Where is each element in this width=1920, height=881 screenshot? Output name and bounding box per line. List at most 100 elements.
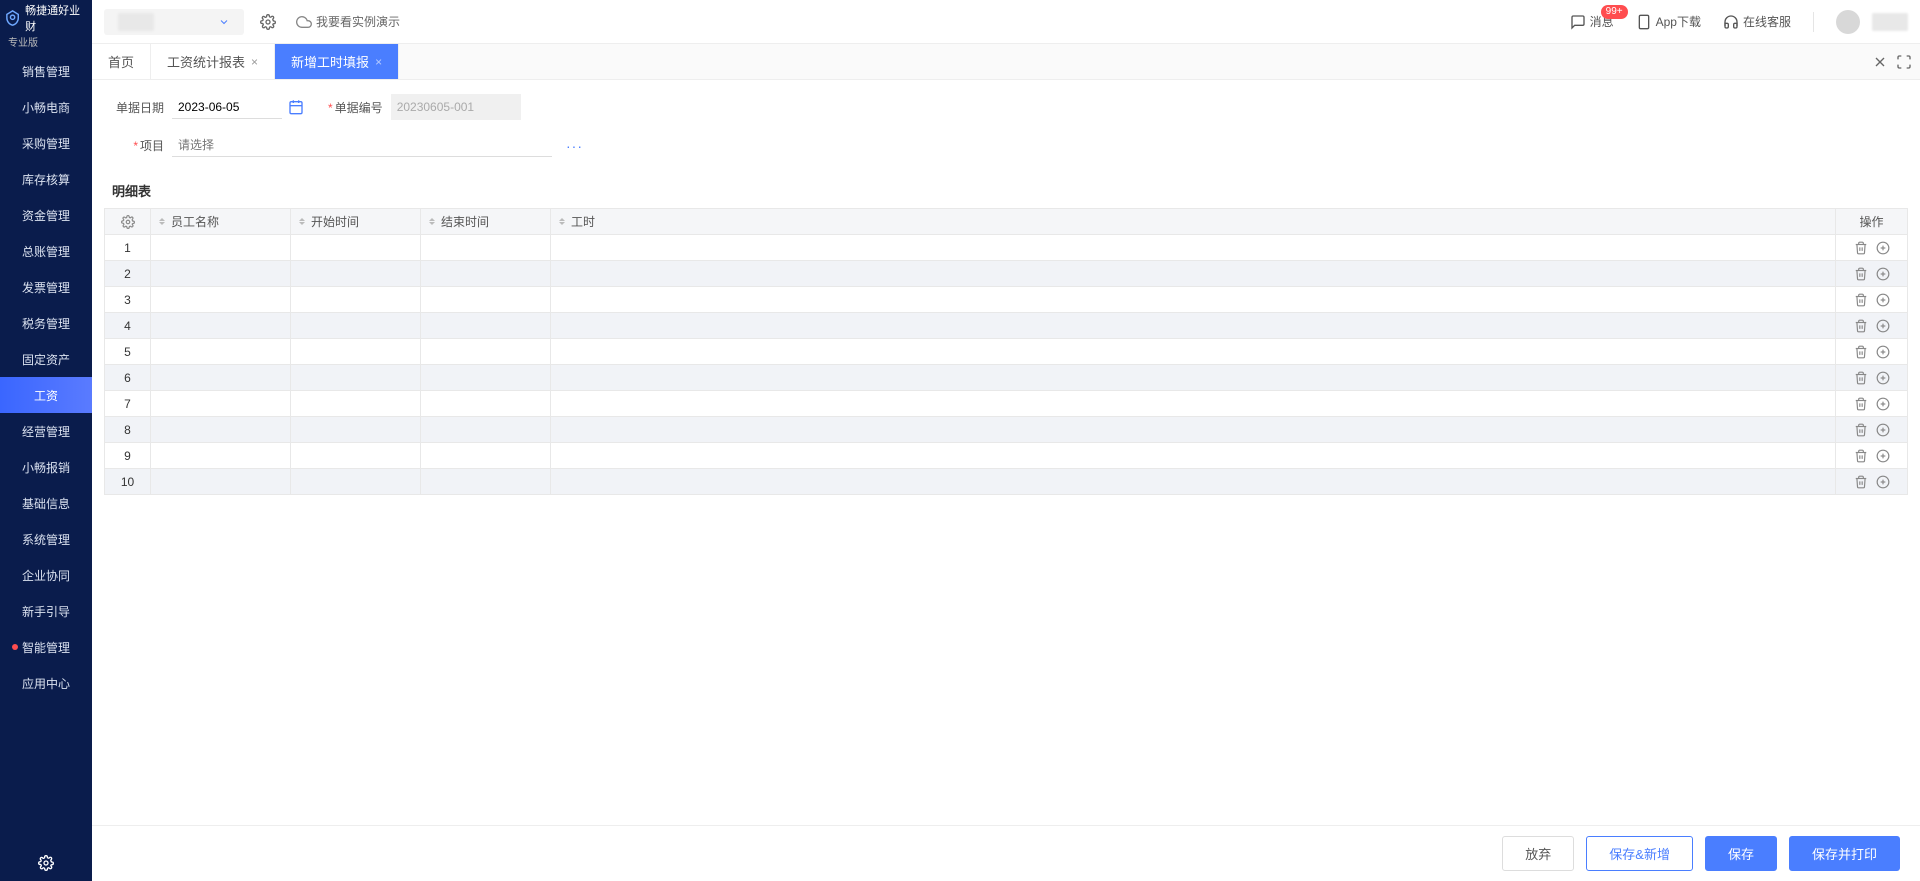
cell[interactable] <box>151 469 291 495</box>
cell[interactable] <box>151 339 291 365</box>
cell[interactable] <box>551 443 1836 469</box>
cell[interactable] <box>551 313 1836 339</box>
cell[interactable] <box>151 313 291 339</box>
project-input[interactable] <box>172 134 552 157</box>
cell[interactable] <box>421 365 551 391</box>
column-employee-name[interactable]: 员工名称 <box>151 209 291 235</box>
close-icon[interactable]: × <box>375 55 382 69</box>
add-row-icon[interactable] <box>1876 241 1890 255</box>
tab-0[interactable]: 首页 <box>92 44 151 79</box>
delete-icon[interactable] <box>1854 267 1868 281</box>
fullscreen-icon[interactable] <box>1896 54 1912 70</box>
sidebar-item-12[interactable]: 基础信息 <box>0 485 92 521</box>
add-row-icon[interactable] <box>1876 397 1890 411</box>
cell[interactable] <box>291 391 421 417</box>
discard-button[interactable]: 放弃 <box>1502 836 1574 871</box>
cell[interactable] <box>291 261 421 287</box>
delete-icon[interactable] <box>1854 449 1868 463</box>
sidebar-item-6[interactable]: 发票管理 <box>0 269 92 305</box>
delete-icon[interactable] <box>1854 345 1868 359</box>
column-index[interactable] <box>105 209 151 235</box>
sidebar-footer[interactable] <box>0 845 92 881</box>
sidebar-item-4[interactable]: 资金管理 <box>0 197 92 233</box>
add-row-icon[interactable] <box>1876 293 1890 307</box>
sidebar-item-16[interactable]: 智能管理 <box>0 629 92 665</box>
cell[interactable] <box>291 417 421 443</box>
sidebar-item-14[interactable]: 企业协同 <box>0 557 92 593</box>
cell[interactable] <box>551 339 1836 365</box>
support-button[interactable]: 在线客服 <box>1723 13 1791 30</box>
cell[interactable] <box>291 235 421 261</box>
sidebar-item-13[interactable]: 系统管理 <box>0 521 92 557</box>
sidebar-item-7[interactable]: 税务管理 <box>0 305 92 341</box>
column-start-time[interactable]: 开始时间 <box>291 209 421 235</box>
sidebar-item-3[interactable]: 库存核算 <box>0 161 92 197</box>
cell[interactable] <box>551 391 1836 417</box>
cell[interactable] <box>151 365 291 391</box>
save-and-print-button[interactable]: 保存并打印 <box>1789 836 1900 871</box>
delete-icon[interactable] <box>1854 241 1868 255</box>
cell[interactable] <box>291 287 421 313</box>
cell[interactable] <box>421 339 551 365</box>
sidebar-item-0[interactable]: 销售管理 <box>0 53 92 89</box>
close-icon[interactable]: × <box>251 55 258 69</box>
cell[interactable] <box>291 339 421 365</box>
delete-icon[interactable] <box>1854 371 1868 385</box>
cell[interactable] <box>551 261 1836 287</box>
org-selector[interactable] <box>104 9 244 35</box>
cell[interactable] <box>421 287 551 313</box>
cell[interactable] <box>421 417 551 443</box>
cell[interactable] <box>551 365 1836 391</box>
add-row-icon[interactable] <box>1876 267 1890 281</box>
cell[interactable] <box>291 469 421 495</box>
add-row-icon[interactable] <box>1876 345 1890 359</box>
sidebar-item-9[interactable]: 工资 <box>0 377 92 413</box>
cell[interactable] <box>421 469 551 495</box>
cell[interactable] <box>291 313 421 339</box>
cell[interactable] <box>151 443 291 469</box>
close-all-icon[interactable] <box>1872 54 1888 70</box>
tab-2[interactable]: 新增工时填报× <box>275 44 399 79</box>
tab-1[interactable]: 工资统计报表× <box>151 44 275 79</box>
cell[interactable] <box>151 235 291 261</box>
calendar-icon[interactable] <box>288 99 304 115</box>
sidebar-item-5[interactable]: 总账管理 <box>0 233 92 269</box>
sidebar-item-2[interactable]: 采购管理 <box>0 125 92 161</box>
sidebar-item-15[interactable]: 新手引导 <box>0 593 92 629</box>
messages-button[interactable]: 消息 99+ <box>1570 13 1614 30</box>
delete-icon[interactable] <box>1854 475 1868 489</box>
save-button[interactable]: 保存 <box>1705 836 1777 871</box>
cell[interactable] <box>421 443 551 469</box>
add-row-icon[interactable] <box>1876 423 1890 437</box>
column-hours[interactable]: 工时 <box>551 209 1836 235</box>
sidebar-item-8[interactable]: 固定资产 <box>0 341 92 377</box>
delete-icon[interactable] <box>1854 423 1868 437</box>
column-end-time[interactable]: 结束时间 <box>421 209 551 235</box>
cell[interactable] <box>291 365 421 391</box>
add-row-icon[interactable] <box>1876 449 1890 463</box>
save-and-new-button[interactable]: 保存&新增 <box>1586 836 1693 871</box>
sidebar-item-1[interactable]: 小畅电商 <box>0 89 92 125</box>
cell[interactable] <box>551 235 1836 261</box>
sidebar-item-11[interactable]: 小畅报销 <box>0 449 92 485</box>
add-row-icon[interactable] <box>1876 319 1890 333</box>
cell[interactable] <box>551 417 1836 443</box>
delete-icon[interactable] <box>1854 397 1868 411</box>
cell[interactable] <box>291 443 421 469</box>
project-more-icon[interactable]: ··· <box>566 138 583 154</box>
cell[interactable] <box>421 391 551 417</box>
app-download-button[interactable]: App下载 <box>1636 13 1701 30</box>
add-row-icon[interactable] <box>1876 371 1890 385</box>
cell[interactable] <box>421 313 551 339</box>
settings-icon[interactable] <box>260 14 276 30</box>
cell[interactable] <box>151 287 291 313</box>
cell[interactable] <box>151 391 291 417</box>
cell[interactable] <box>551 469 1836 495</box>
cell[interactable] <box>151 261 291 287</box>
cell[interactable] <box>421 235 551 261</box>
delete-icon[interactable] <box>1854 293 1868 307</box>
add-row-icon[interactable] <box>1876 475 1890 489</box>
sidebar-item-10[interactable]: 经营管理 <box>0 413 92 449</box>
cell[interactable] <box>551 287 1836 313</box>
delete-icon[interactable] <box>1854 319 1868 333</box>
